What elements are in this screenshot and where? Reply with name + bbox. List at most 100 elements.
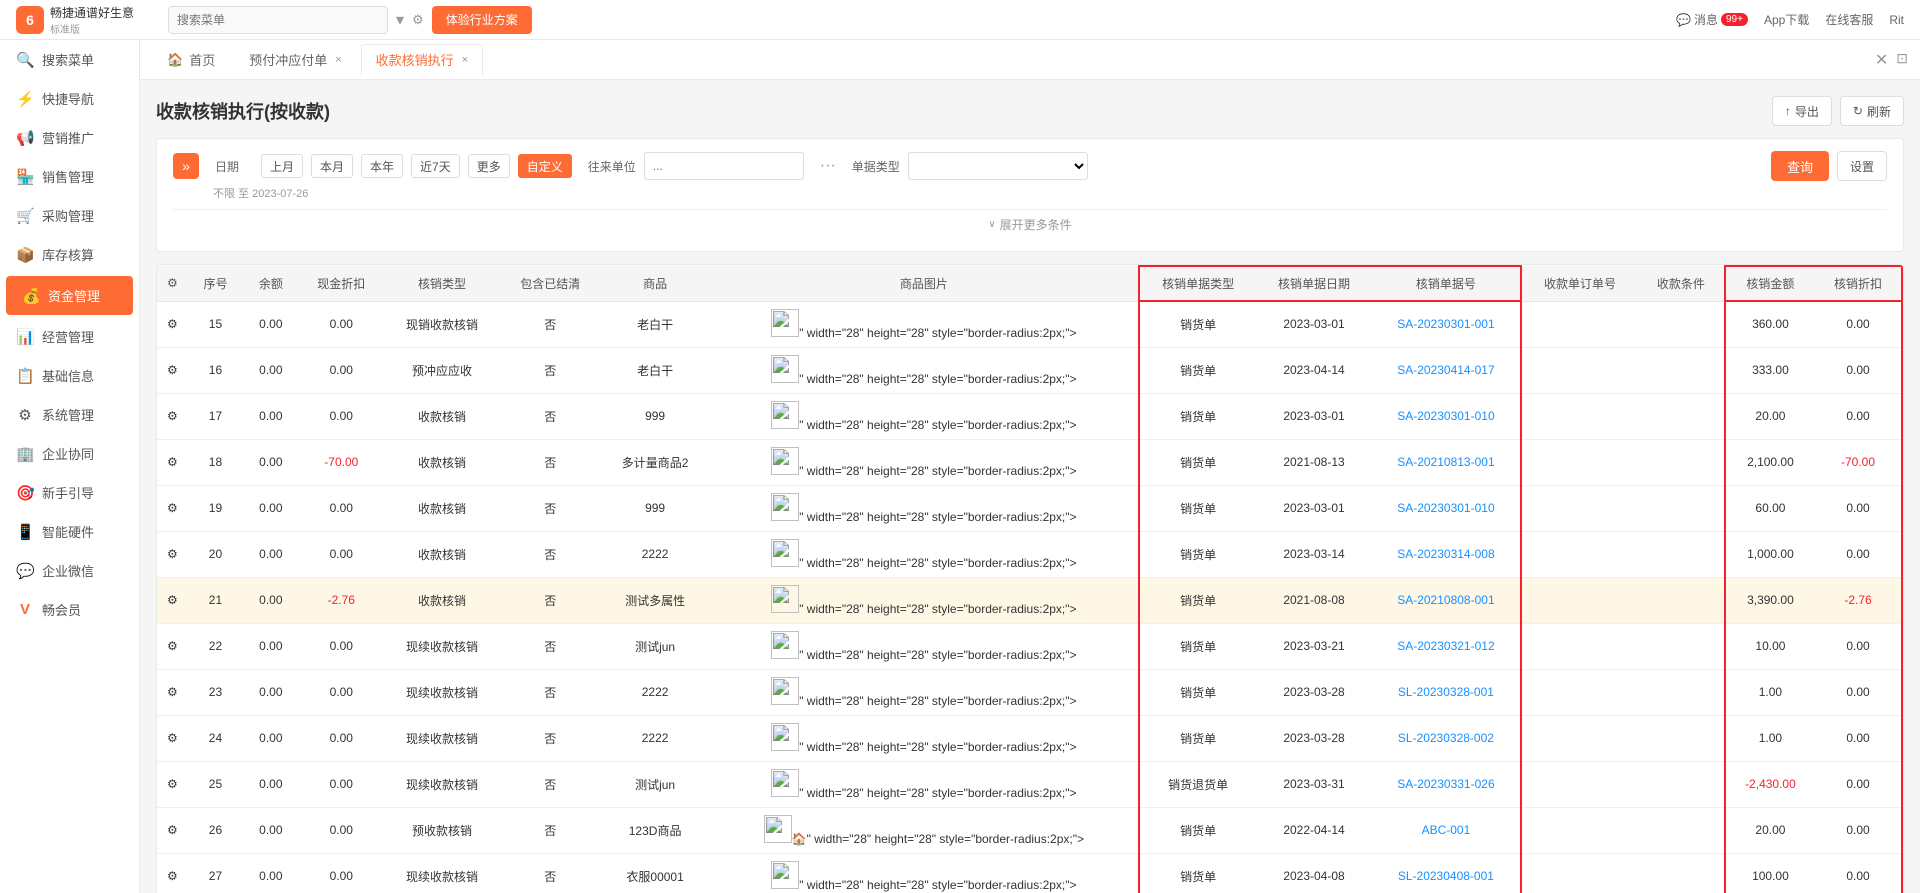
cell-goods: 2222 [601, 715, 710, 761]
cell-goods: 多计量商品2 [601, 439, 710, 485]
table-row: ⚙ 17 0.00 0.00 收款核销 否 999 " width="28" h… [157, 393, 1902, 439]
cell-verify-bill-no[interactable]: SA-20230314-008 [1372, 531, 1521, 577]
cell-goods: 衣服00001 [601, 853, 710, 893]
sidebar-label-hardware: 智能硬件 [42, 522, 94, 541]
cell-verify-bill-no[interactable]: SA-20230414-017 [1372, 347, 1521, 393]
cell-verify-type: 收款核销 [384, 393, 500, 439]
message-btn[interactable]: 💬 消息 99+ [1676, 11, 1748, 28]
date-shortcuts: 上月 本月 本年 近7天 更多 自定义 [261, 154, 572, 178]
cell-verify-bill-no[interactable]: SA-20230331-026 [1372, 761, 1521, 807]
filter-row: » 日期 上月 本月 本年 近7天 更多 自定义 往来单位 ··· [173, 151, 1887, 181]
sidebar-item-member[interactable]: V 畅会员 [0, 590, 139, 629]
date-7days-btn[interactable]: 近7天 [411, 154, 460, 178]
cell-receipt-order [1521, 531, 1638, 577]
th-gear[interactable]: ⚙ [157, 266, 188, 301]
tab-prepay-close[interactable]: × [335, 54, 341, 66]
export-button[interactable]: ↑ 导出 [1772, 96, 1832, 126]
tab-verify[interactable]: 收款核销执行 × [361, 44, 483, 76]
sidebar-item-search[interactable]: 🔍 搜索菜单 [0, 40, 139, 79]
cell-gear[interactable]: ⚙ [157, 669, 188, 715]
filter-expand-btn[interactable]: ∨ 展开更多条件 [173, 209, 1887, 239]
cell-receipt-order [1521, 347, 1638, 393]
cell-included-cleared: 否 [500, 485, 601, 531]
cell-gear[interactable]: ⚙ [157, 347, 188, 393]
cell-included-cleared: 否 [500, 853, 601, 893]
cell-verify-bill-no[interactable]: SL-20230408-001 [1372, 853, 1521, 893]
cell-gear[interactable]: ⚙ [157, 623, 188, 669]
cell-gear[interactable]: ⚙ [157, 807, 188, 853]
settings-icon[interactable]: ⚙ [412, 12, 424, 28]
date-cur-month-btn[interactable]: 本月 [311, 154, 353, 178]
sidebar-item-inventory[interactable]: 📦 库存核算 [0, 235, 139, 274]
cell-gear[interactable]: ⚙ [157, 439, 188, 485]
cell-gear[interactable]: ⚙ [157, 577, 188, 623]
cell-gear[interactable]: ⚙ [157, 393, 188, 439]
cell-verify-bill-type: 销货单 [1139, 853, 1256, 893]
sidebar-item-wechat[interactable]: 💬 企业微信 [0, 551, 139, 590]
cell-gear[interactable]: ⚙ [157, 853, 188, 893]
online-service-btn[interactable]: 在线客服 [1825, 11, 1873, 28]
query-button[interactable]: 查询 [1771, 151, 1829, 181]
cell-verify-bill-no[interactable]: SA-20210813-001 [1372, 439, 1521, 485]
cell-receipt-condition [1638, 577, 1725, 623]
sidebar-item-hardware[interactable]: 📱 智能硬件 [0, 512, 139, 551]
dropdown-icon[interactable]: ▾ [396, 10, 404, 30]
cell-gear[interactable]: ⚙ [157, 531, 188, 577]
cell-verify-bill-no[interactable]: SA-20230321-012 [1372, 623, 1521, 669]
sidebar-item-base[interactable]: 📋 基础信息 [0, 356, 139, 395]
cell-verify-bill-no[interactable]: SA-20230301-001 [1372, 301, 1521, 347]
date-custom-btn[interactable]: 自定义 [518, 154, 572, 178]
sidebar-item-finance[interactable]: 💰 资金管理 [6, 276, 133, 315]
filter-toggle-btn[interactable]: » [173, 153, 199, 179]
industry-btn[interactable]: 体验行业方案 [432, 6, 532, 34]
sidebar-item-company[interactable]: 🏢 企业协同 [0, 434, 139, 473]
cell-verify-bill-no[interactable]: SA-20210808-001 [1372, 577, 1521, 623]
cell-verify-bill-no[interactable]: SL-20230328-002 [1372, 715, 1521, 761]
sidebar-item-operation[interactable]: 📊 经营管理 [0, 317, 139, 356]
logo-badge: 标准版 [50, 21, 134, 36]
cell-verify-bill-no[interactable]: ABC-001 [1372, 807, 1521, 853]
cell-gear[interactable]: ⚙ [157, 715, 188, 761]
sidebar-item-marketing[interactable]: 📢 营销推广 [0, 118, 139, 157]
app-download-btn[interactable]: App下载 [1764, 11, 1809, 28]
tab-prepay[interactable]: 预付冲应付单 × [234, 44, 356, 76]
cell-receipt-order [1521, 807, 1638, 853]
setting-button[interactable]: 设置 [1837, 151, 1887, 181]
tab-home[interactable]: 🏠 首页 [152, 44, 230, 76]
sidebar-label-company: 企业协同 [42, 444, 94, 463]
date-year-btn[interactable]: 本年 [361, 154, 403, 178]
sidebar-item-sales[interactable]: 🏪 销售管理 [0, 157, 139, 196]
cell-seq: 20 [188, 531, 243, 577]
cell-seq: 25 [188, 761, 243, 807]
cell-verify-bill-no[interactable]: SA-20230301-010 [1372, 393, 1521, 439]
refresh-button[interactable]: ↻ 刷新 [1840, 96, 1904, 126]
cell-verify-bill-no[interactable]: SL-20230328-001 [1372, 669, 1521, 715]
th-included-cleared: 包含已结清 [500, 266, 601, 301]
tab-verify-close[interactable]: × [462, 54, 468, 66]
tab-prepay-label: 预付冲应付单 [249, 50, 327, 69]
cell-verify-bill-type: 销货单 [1139, 807, 1256, 853]
cell-gear[interactable]: ⚙ [157, 485, 188, 531]
page-title: 收款核销执行(按收款) [156, 98, 330, 124]
th-cash-discount: 现金折扣 [299, 266, 385, 301]
maximize-icon[interactable]: ⊡ [1896, 50, 1908, 70]
cell-gear[interactable]: ⚙ [157, 761, 188, 807]
sidebar-item-system[interactable]: ⚙ 系统管理 [0, 395, 139, 434]
cell-gear[interactable]: ⚙ [157, 301, 188, 347]
sidebar-item-quick[interactable]: ⚡ 快捷导航 [0, 79, 139, 118]
cell-seq: 22 [188, 623, 243, 669]
cell-verify-discount: -2.76 [1815, 577, 1902, 623]
cell-balance: 0.00 [243, 715, 298, 761]
date-more-btn[interactable]: 更多 [468, 154, 510, 178]
date-prev-month-btn[interactable]: 上月 [261, 154, 303, 178]
th-receipt-condition: 收款条件 [1638, 266, 1725, 301]
sidebar-item-purchase[interactable]: 🛒 采购管理 [0, 196, 139, 235]
bill-type-select[interactable] [908, 152, 1088, 180]
cell-verify-bill-no[interactable]: SA-20230301-010 [1372, 485, 1521, 531]
sidebar-label-wechat: 企业微信 [42, 561, 94, 580]
cell-seq: 15 [188, 301, 243, 347]
sidebar-item-guide[interactable]: 🎯 新手引导 [0, 473, 139, 512]
close-window-icon[interactable]: ✕ [1875, 50, 1888, 70]
search-input[interactable] [168, 6, 388, 34]
partner-input[interactable] [644, 152, 804, 180]
